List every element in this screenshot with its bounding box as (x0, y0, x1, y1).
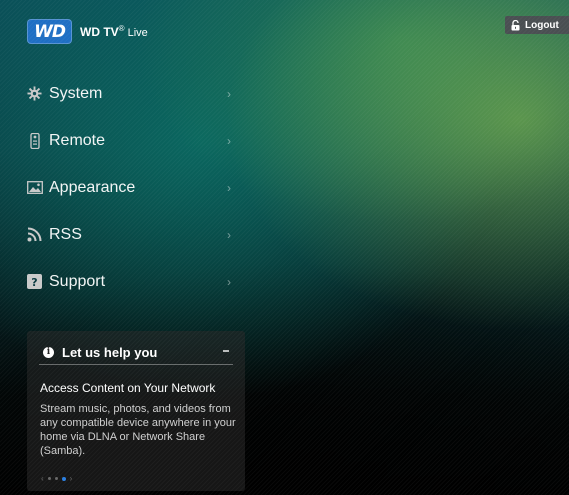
logout-label: Logout (525, 19, 559, 31)
help-topic-title: Access Content on Your Network (40, 381, 216, 395)
help-panel: i Let us help you Access Content on Your… (27, 331, 245, 491)
chevron-right-icon: › (227, 274, 231, 289)
menu-item-rss[interactable]: RSS › (0, 211, 245, 258)
logout-button[interactable]: Logout (505, 16, 569, 34)
registered-mark: ® (118, 24, 125, 33)
menu-label-system: System (49, 84, 103, 102)
menu-item-system[interactable]: System › (0, 70, 245, 117)
chevron-right-icon: › (227, 86, 231, 101)
chevron-right-icon: › (227, 133, 231, 148)
collapse-icon[interactable] (223, 350, 229, 352)
pager-prev-icon[interactable]: ‹ (41, 474, 44, 483)
help-panel-title: Let us help you (62, 344, 158, 360)
remote-icon (26, 132, 43, 149)
wd-logo[interactable]: WD (27, 19, 72, 44)
help-panel-header: i Let us help you (39, 340, 233, 365)
menu-item-remote[interactable]: Remote › (0, 117, 245, 164)
svg-text:?: ? (31, 276, 37, 289)
info-icon: i (43, 346, 54, 358)
question-icon: ? (26, 273, 43, 290)
header: WD WD TV® Live Logout (0, 0, 569, 50)
menu-label-rss: RSS (49, 225, 82, 243)
picture-icon (26, 179, 43, 196)
pager-dot-active[interactable] (61, 476, 66, 481)
rss-icon (26, 226, 43, 243)
menu-label-appearance: Appearance (49, 178, 136, 196)
gear-icon (26, 85, 43, 102)
help-pager: ‹ › (41, 474, 72, 483)
chevron-right-icon: › (227, 227, 231, 242)
pager-next-icon[interactable]: › (70, 474, 73, 483)
help-topic-body: Stream music, photos, and videos from an… (40, 403, 236, 457)
menu-item-appearance[interactable]: Appearance › (0, 164, 245, 211)
product-edition: Live (127, 27, 148, 39)
product-title: WD TV (80, 25, 119, 39)
pager-dot[interactable] (47, 477, 51, 480)
menu-item-support[interactable]: ? Support › (0, 258, 245, 305)
product-name: WD TV® Live (80, 24, 148, 39)
settings-menu: System › Remote › Appearance › RSS › ? S… (0, 70, 245, 305)
app-background: WD WD TV® Live Logout System › Remote › … (0, 0, 569, 495)
lock-icon (509, 19, 521, 31)
chevron-right-icon: › (227, 180, 231, 195)
menu-label-remote: Remote (49, 131, 106, 149)
menu-label-support: Support (49, 272, 106, 290)
pager-dot[interactable] (54, 477, 58, 480)
